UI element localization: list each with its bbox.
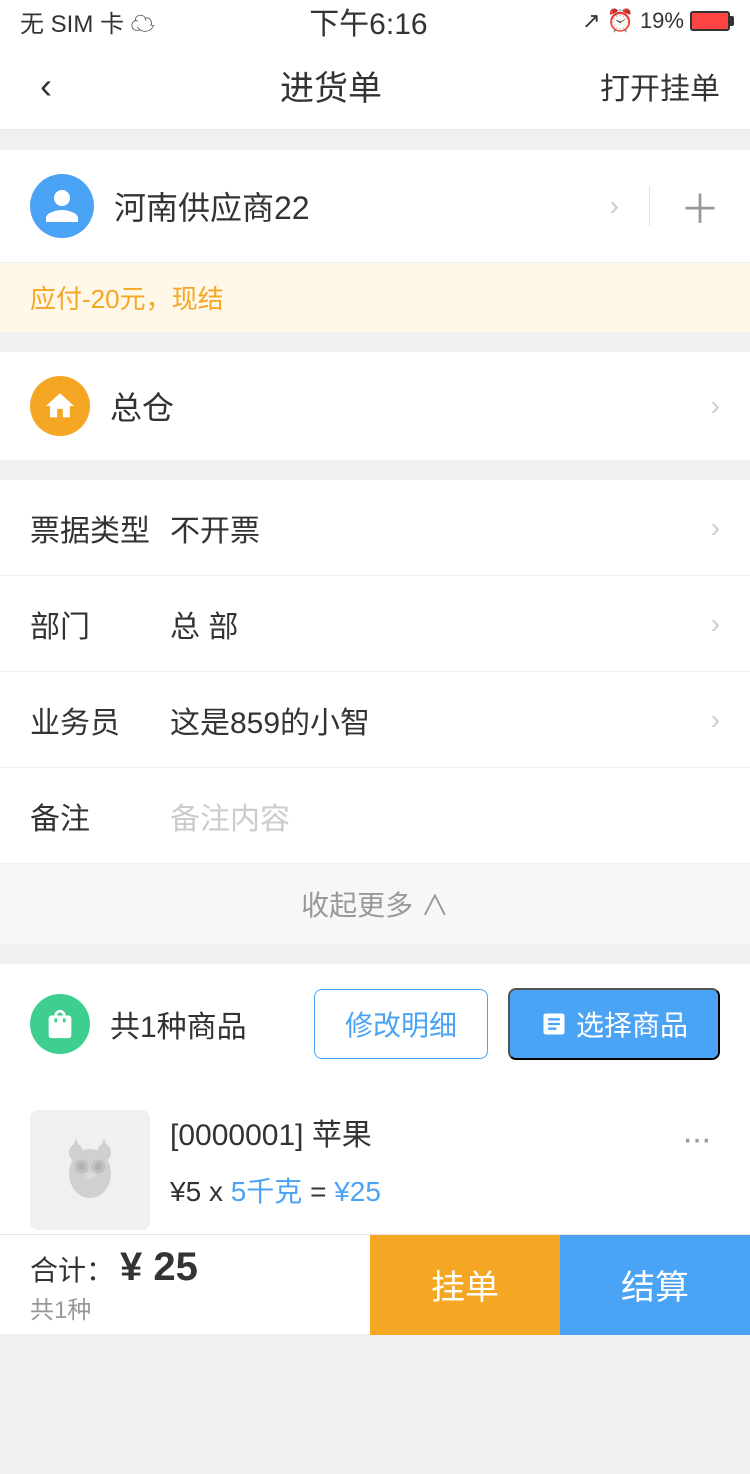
status-bar: 无 SIM 卡 ☁ 下午6:16 ↗ ⏰ 19%: [0, 0, 750, 42]
select-product-button[interactable]: 选择商品: [508, 988, 720, 1060]
product-name: [0000001] 苹果: [170, 1110, 652, 1154]
edit-detail-button[interactable]: 修改明细: [314, 989, 488, 1059]
department-row[interactable]: 部门 总 部 ›: [0, 576, 750, 672]
section-gap-4: [0, 944, 750, 964]
divider: [649, 186, 650, 226]
supplier-section: 河南供应商22 › ＋ 应付-20元，现结: [0, 150, 750, 332]
alarm-icon: ⏰: [607, 8, 634, 34]
select-product-label: 选择商品: [576, 1004, 688, 1044]
warehouse-row[interactable]: 总仓 ›: [0, 352, 750, 460]
nav-bar: ‹ 进货单 打开挂单: [0, 42, 750, 130]
form-section: 票据类型 不开票 › 部门 总 部 › 业务员 这是859的小智 › 备注 备注…: [0, 480, 750, 864]
total-section: 合计： ¥ 25 共1种: [0, 1245, 370, 1325]
remark-value[interactable]: 备注内容: [170, 794, 720, 838]
equals-sign: =: [310, 1176, 334, 1207]
location-icon: ↗: [582, 8, 600, 34]
notice-bar: 应付-20元，现结: [0, 263, 750, 332]
salesperson-label: 业务员: [30, 698, 170, 742]
section-gap-2: [0, 332, 750, 352]
remark-label: 备注: [30, 794, 170, 838]
item-total: ¥25: [334, 1176, 381, 1207]
supplier-name: 河南供应商22: [114, 183, 610, 229]
person-icon: [42, 186, 82, 226]
collapse-bar[interactable]: 收起更多 ∧: [0, 864, 750, 944]
product-price: ¥5 x 5千克 = ¥25: [170, 1170, 652, 1210]
hang-label: 挂单: [431, 1260, 499, 1309]
product-icon: [30, 994, 90, 1054]
status-time: 下午6:16: [309, 0, 427, 43]
salesperson-value: 这是859的小智: [170, 698, 711, 742]
status-left: 无 SIM 卡 ☁: [20, 4, 155, 39]
unit-price: ¥5: [170, 1176, 201, 1207]
sim-label: 无 SIM 卡 ☁: [20, 4, 155, 39]
warehouse-icon: [30, 376, 90, 436]
total-amount: 合计： ¥ 25: [30, 1245, 340, 1290]
department-value: 总 部: [170, 602, 711, 646]
warehouse-arrow-icon: ›: [711, 390, 720, 422]
department-arrow-icon: ›: [711, 608, 720, 640]
salesperson-row[interactable]: 业务员 这是859的小智 ›: [0, 672, 750, 768]
department-label: 部门: [30, 602, 170, 646]
section-gap-3: [0, 460, 750, 480]
open-hang-button[interactable]: 打开挂单: [600, 64, 720, 108]
section-gap-1: [0, 130, 750, 150]
product-info: [0000001] 苹果 ¥5 x 5千克 = ¥25: [170, 1110, 652, 1210]
add-supplier-button[interactable]: ＋: [680, 177, 720, 235]
total-count: 共1种: [30, 1290, 340, 1325]
product-id: [0000001]: [170, 1119, 303, 1152]
battery-percent: 19%: [640, 8, 684, 34]
more-options-button[interactable]: ···: [672, 1110, 720, 1169]
warehouse-name: 总仓: [110, 383, 711, 429]
select-product-icon: [540, 1010, 568, 1038]
bottom-bar: 合计： ¥ 25 共1种 挂单 结算: [0, 1234, 750, 1334]
collapse-label: 收起更多 ∧: [301, 884, 449, 924]
invoice-label: 票据类型: [30, 506, 170, 550]
hang-button[interactable]: 挂单: [370, 1235, 560, 1335]
invoice-arrow-icon: ›: [711, 512, 720, 544]
supplier-row[interactable]: 河南供应商22 › ＋: [0, 150, 750, 263]
product-item: [0000001] 苹果 ¥5 x 5千克 = ¥25 ···: [0, 1086, 750, 1254]
product-section: 共1种商品 修改明细 选择商品: [0, 964, 750, 1254]
status-right: ↗ ⏰ 19%: [582, 8, 730, 34]
quantity: 5千克: [231, 1176, 303, 1207]
page-title: 进货单: [280, 61, 382, 110]
total-value: ¥ 25: [120, 1245, 198, 1290]
warehouse-section: 总仓 ›: [0, 352, 750, 460]
back-button[interactable]: ‹: [30, 55, 62, 117]
invoice-row[interactable]: 票据类型 不开票 ›: [0, 480, 750, 576]
remark-row[interactable]: 备注 备注内容: [0, 768, 750, 864]
product-header: 共1种商品 修改明细 选择商品: [0, 964, 750, 1084]
product-owl-icon: [55, 1135, 125, 1205]
settle-button[interactable]: 结算: [560, 1235, 750, 1335]
settle-label: 结算: [621, 1260, 689, 1309]
product-thumbnail: [30, 1110, 150, 1230]
supplier-arrow-icon: ›: [610, 190, 619, 222]
battery-icon: [690, 11, 730, 31]
product-title: 苹果: [312, 1119, 372, 1152]
invoice-value: 不开票: [170, 506, 711, 550]
shopping-bag-icon: [43, 1007, 77, 1041]
salesperson-arrow-icon: ›: [711, 704, 720, 736]
notice-text: 应付-20元，现结: [30, 284, 224, 314]
supplier-avatar: [30, 174, 94, 238]
product-count: 共1种商品: [110, 1002, 294, 1046]
home-icon: [43, 389, 77, 423]
total-label: 合计：: [30, 1249, 114, 1289]
multiply-sign: x: [209, 1176, 231, 1207]
